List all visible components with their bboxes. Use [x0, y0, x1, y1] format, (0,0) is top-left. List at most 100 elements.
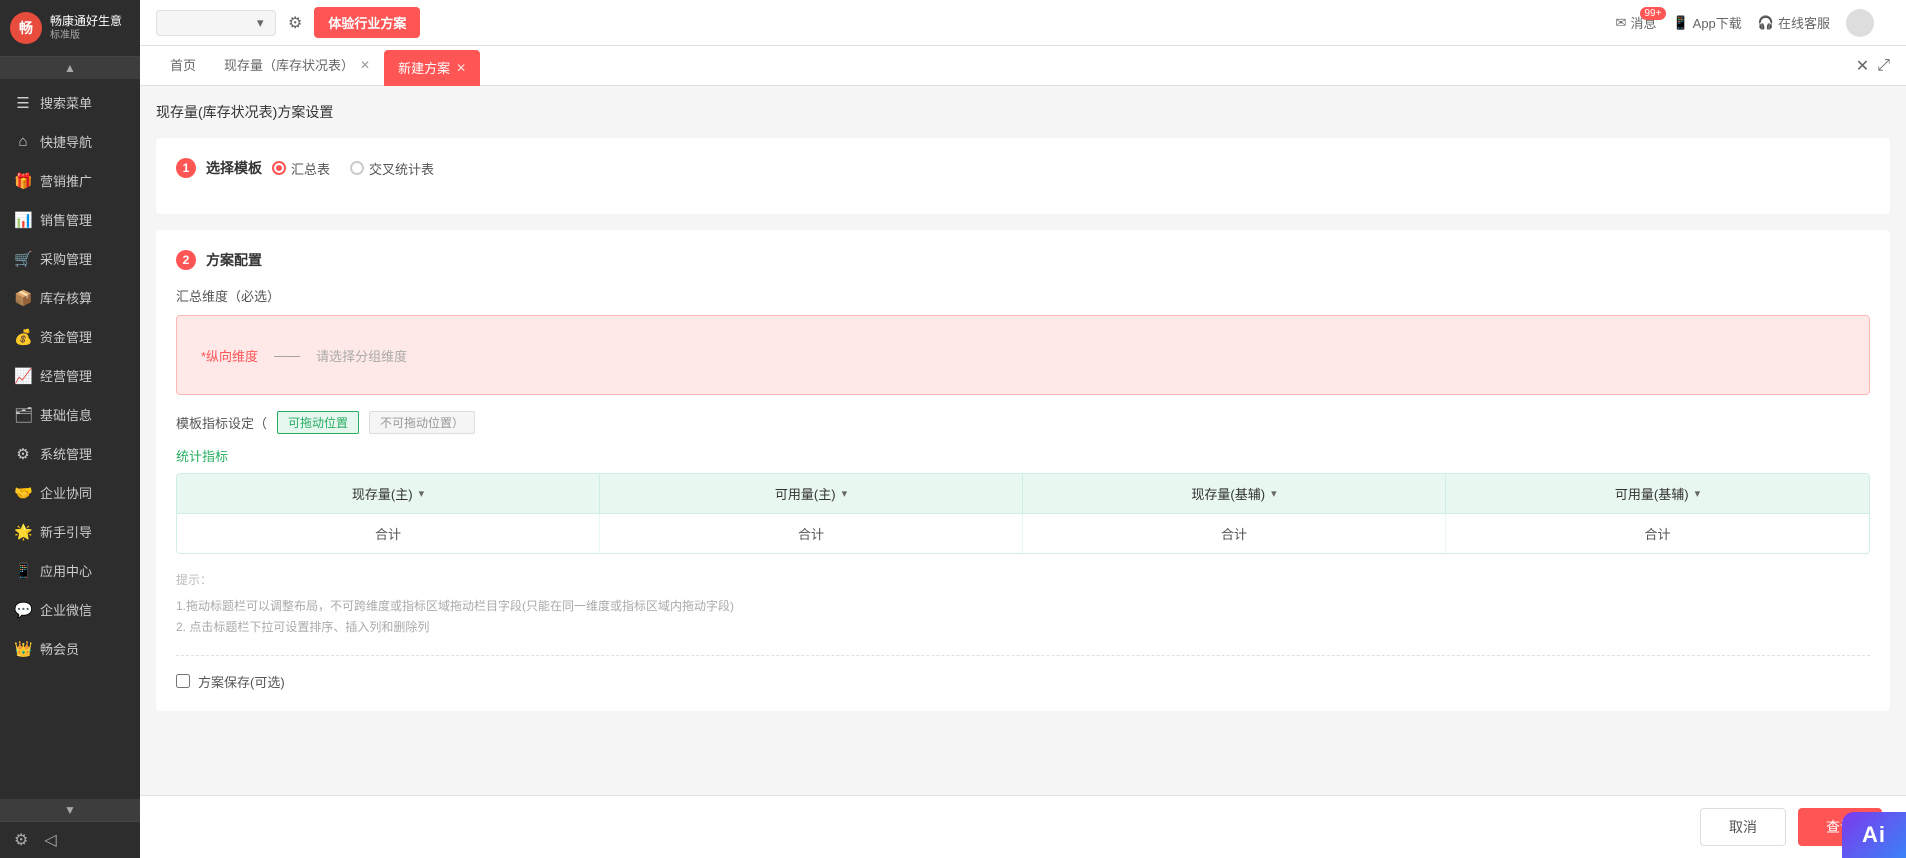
stats-cell-0: 合计 — [177, 513, 600, 553]
topbar-settings-icon[interactable]: ⚙ — [288, 13, 302, 33]
sidebar-item-label: 企业微信 — [40, 600, 92, 619]
step2-title: 方案配置 — [206, 250, 262, 270]
tab-bar: 首页 现存量（库存状况表） ✕ 新建方案 ✕ ✕ ⤢ — [140, 46, 1906, 86]
money-icon: 💰 — [14, 328, 32, 346]
sidebar-item-management[interactable]: 📈 经营管理 — [0, 356, 140, 395]
sidebar-item-label: 系统管理 — [40, 444, 92, 463]
sidebar-item-finance[interactable]: 💰 资金管理 — [0, 317, 140, 356]
hint-2: 2. 点击标题栏下拉可设置排序、插入列和删除列 — [176, 617, 1870, 639]
search-box[interactable]: ▾ — [156, 10, 276, 36]
stats-table-body: 合计 合计 合计 合计 — [177, 513, 1869, 553]
save-checkbox[interactable] — [176, 674, 190, 688]
radio-summary[interactable]: 汇总表 — [272, 159, 330, 178]
radio-cross[interactable]: 交叉统计表 — [350, 159, 434, 178]
col-dropdown-1[interactable]: ▾ — [842, 487, 848, 500]
app-download-btn[interactable]: 📱 App下载 — [1672, 13, 1741, 32]
message-btn[interactable]: ✉ 消息 99+ — [1616, 13, 1657, 32]
col-dropdown-2[interactable]: ▾ — [1271, 487, 1277, 500]
wechat-icon: 💬 — [14, 601, 32, 619]
page-title: 现存量(库存状况表)方案设置 — [156, 102, 1890, 122]
tab-new-scheme-label: 新建方案 — [398, 58, 450, 77]
sidebar-item-system[interactable]: ⚙ 系统管理 — [0, 434, 140, 473]
sidebar-item-label: 库存核算 — [40, 288, 92, 307]
tab-new-scheme-close[interactable]: ✕ — [456, 61, 466, 75]
online-service-btn[interactable]: 🎧 在线客服 — [1758, 13, 1830, 32]
hints: 提示： 1.拖动标题栏可以调整布局，不可跨维度或指标区域拖动栏目字段(只能在同一… — [176, 570, 1870, 639]
search-dropdown-icon[interactable]: ▾ — [257, 15, 264, 31]
tab-expand-btn[interactable]: ⤢ — [1877, 57, 1890, 75]
search-menu-icon: ☰ — [14, 94, 32, 112]
dimension-dash: —— — [274, 348, 300, 363]
tab-inventory-close[interactable]: ✕ — [360, 58, 370, 72]
sidebar-item-label: 基础信息 — [40, 405, 92, 424]
col-dropdown-3[interactable]: ▾ — [1695, 487, 1701, 500]
sidebar-item-label: 资金管理 — [40, 327, 92, 346]
sidebar-item-collab[interactable]: 🤝 企业协同 — [0, 473, 140, 512]
sidebar-logo: 畅 畅康通好生意 标准版 — [0, 0, 140, 57]
step2-num: 2 — [176, 250, 196, 270]
non-draggable-tag: 不可拖动位置） — [369, 411, 475, 434]
trial-btn[interactable]: 体验行业方案 — [314, 7, 420, 38]
tab-home[interactable]: 首页 — [156, 46, 210, 86]
sidebar-item-appcenter[interactable]: 📱 应用中心 — [0, 551, 140, 590]
sidebar-item-label: 营销推广 — [40, 171, 92, 190]
sidebar-item-sales[interactable]: 📊 销售管理 — [0, 200, 140, 239]
radio-cross-label: 交叉统计表 — [369, 159, 434, 178]
sidebar-item-newuser[interactable]: 🌟 新手引导 — [0, 512, 140, 551]
col-label-1: 可用量(主) — [775, 484, 836, 503]
col-dropdown-0[interactable]: ▾ — [419, 487, 425, 500]
folder-icon: 🗂 — [14, 406, 32, 424]
sidebar-item-label: 搜索菜单 — [40, 93, 92, 112]
sidebar-item-label: 经营管理 — [40, 366, 92, 385]
handshake-icon: 🤝 — [14, 484, 32, 502]
sidebar-item-search[interactable]: ☰ 搜索菜单 — [0, 83, 140, 122]
avatar[interactable] — [1846, 9, 1874, 37]
box-icon: 📦 — [14, 289, 32, 307]
step2-header: 2 方案配置 — [176, 250, 1870, 270]
sidebar-item-member[interactable]: 👑 畅会员 — [0, 629, 140, 668]
sidebar-scroll-down[interactable]: ▼ — [0, 799, 140, 821]
collapse-footer-icon[interactable]: ◁ — [44, 830, 56, 850]
settings-footer-icon[interactable]: ⚙ — [14, 830, 28, 850]
phone-download-icon: 📱 — [1672, 15, 1688, 31]
indicators-label: 模板指标设定（ 可拖动位置 不可拖动位置） — [176, 411, 1870, 434]
sidebar-item-label: 销售管理 — [40, 210, 92, 229]
col-header-0: 现存量(主) ▾ — [177, 474, 600, 513]
stats-cell-2: 合计 — [1023, 513, 1446, 553]
cancel-button[interactable]: 取消 — [1700, 808, 1786, 846]
sidebar-item-label: 快捷导航 — [40, 132, 92, 151]
ai-fab-button[interactable]: Ai — [1842, 812, 1906, 858]
radio-summary-label: 汇总表 — [291, 159, 330, 178]
sidebar-item-inventory[interactable]: 📦 库存核算 — [0, 278, 140, 317]
tab-new-scheme[interactable]: 新建方案 ✕ — [384, 50, 480, 86]
dimension-placeholder[interactable]: 请选择分组维度 — [316, 346, 407, 365]
sidebar-scroll-up[interactable]: ▲ — [0, 57, 140, 79]
sidebar: 畅 畅康通好生意 标准版 ▲ ☰ 搜索菜单 ⌂ 快捷导航 🎁 营销推广 📊 销售… — [0, 0, 140, 858]
sidebar-item-purchase[interactable]: 🛒 采购管理 — [0, 239, 140, 278]
template-radio-group: 汇总表 交叉统计表 — [272, 159, 434, 178]
step1-num: 1 — [176, 158, 196, 178]
message-icon: ✉ — [1616, 15, 1627, 31]
sidebar-item-quicknav[interactable]: ⌂ 快捷导航 — [0, 122, 140, 161]
sidebar-item-label: 畅会员 — [40, 639, 79, 658]
tab-inventory[interactable]: 现存量（库存状况表） ✕ — [210, 46, 384, 86]
sidebar-item-marketing[interactable]: 🎁 营销推广 — [0, 161, 140, 200]
stats-table: 现存量(主) ▾ 可用量(主) ▾ 现存量(基辅) ▾ 可用量(基辅) — [176, 473, 1870, 554]
hint-1: 1.拖动标题栏可以调整布局，不可跨维度或指标区域拖动栏目字段(只能在同一维度或指… — [176, 596, 1870, 618]
draggable-tag: 可拖动位置 — [277, 411, 359, 434]
sidebar-nav: ☰ 搜索菜单 ⌂ 快捷导航 🎁 营销推广 📊 销售管理 🛒 采购管理 📦 库存核… — [0, 79, 140, 799]
tab-inventory-label: 现存量（库存状况表） — [224, 55, 354, 74]
stats-title: 统计指标 — [176, 446, 1870, 465]
sidebar-item-wechat[interactable]: 💬 企业微信 — [0, 590, 140, 629]
step1-header: 1 选择模板 汇总表 交叉统计表 — [176, 158, 1870, 178]
footer-bar: 取消 查询 — [140, 795, 1906, 858]
tab-close-all-btn[interactable]: ✕ — [1856, 56, 1869, 76]
search-input[interactable] — [167, 16, 247, 30]
app-name: 畅康通好生意 标准版 — [50, 14, 122, 43]
divider — [176, 655, 1870, 656]
col-label-0: 现存量(主) — [352, 484, 413, 503]
topbar-right: ✉ 消息 99+ 📱 App下载 🎧 在线客服 — [1616, 9, 1890, 37]
step2-card: 2 方案配置 汇总维度（必选） *纵向维度 —— 请选择分组维度 模板指标设定（… — [156, 230, 1890, 711]
sidebar-item-basics[interactable]: 🗂 基础信息 — [0, 395, 140, 434]
sidebar-item-label: 新手引导 — [40, 522, 92, 541]
